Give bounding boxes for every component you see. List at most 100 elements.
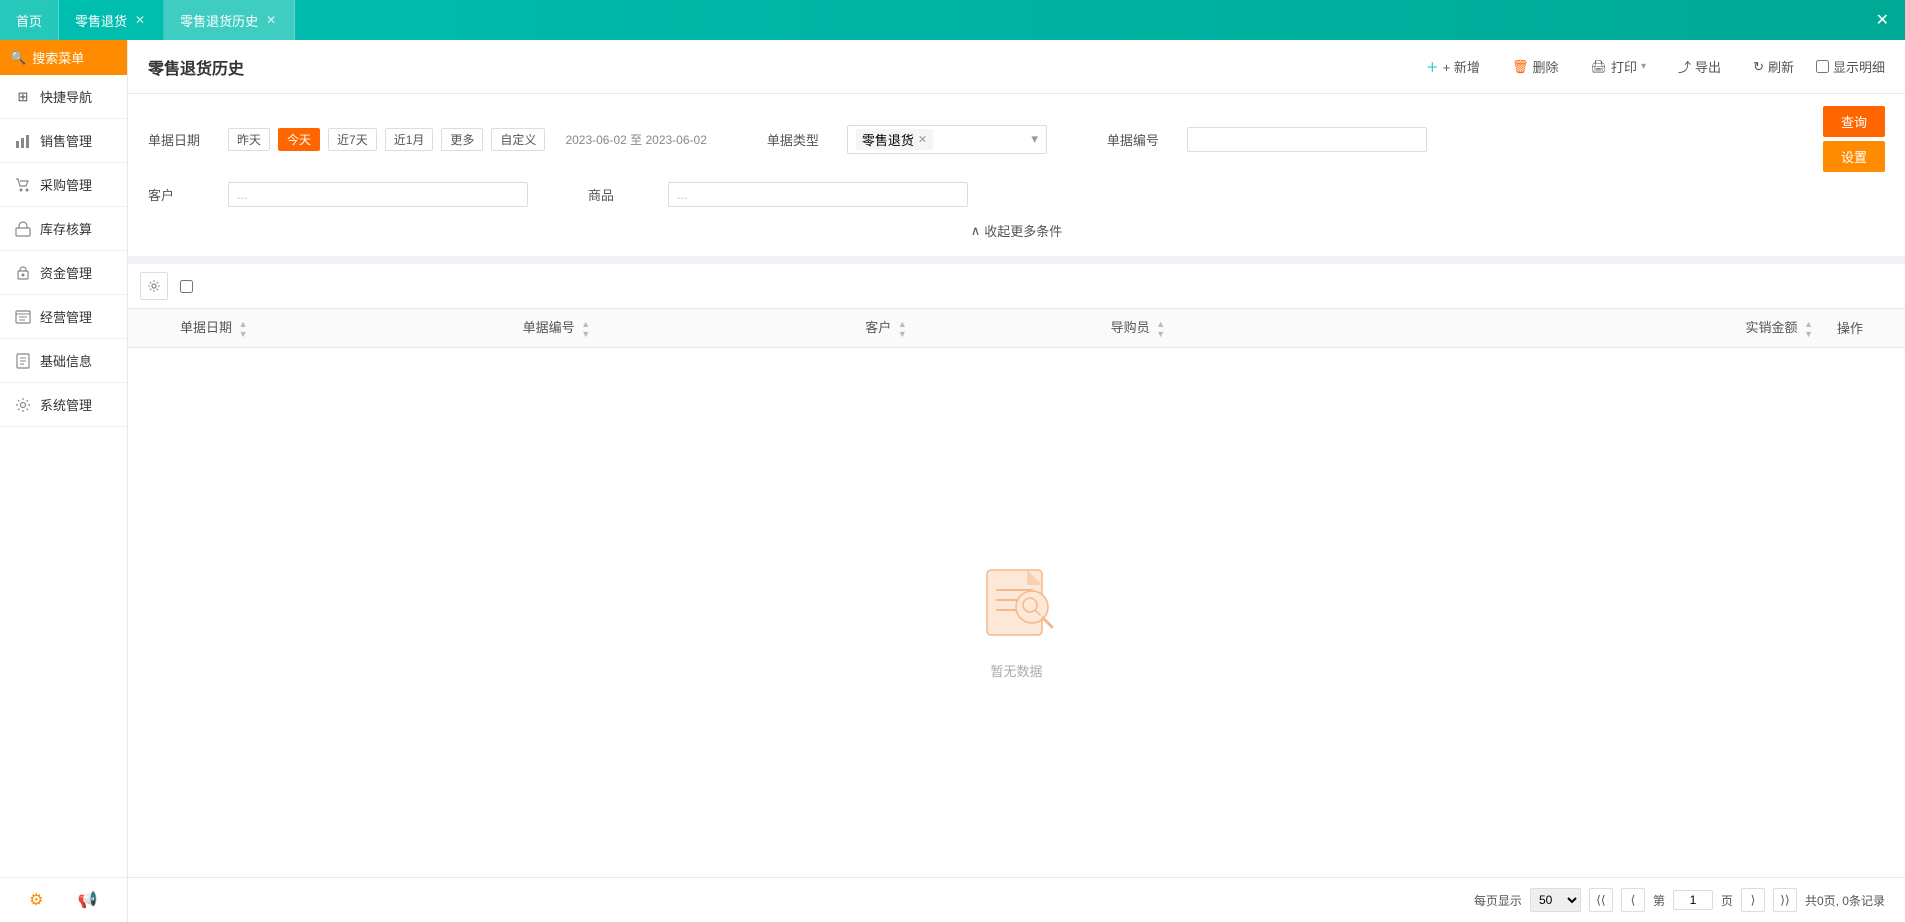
th-date-label: 单据日期 [180,320,232,335]
query-button[interactable]: 查询 [1823,106,1885,137]
date-btn-7days[interactable]: 近7天 [328,128,377,151]
new-button-label: + 新增 [1443,57,1480,76]
next-page-btn[interactable]: ⟩ [1741,888,1765,912]
th-amount-sort[interactable]: ▲▼ [1804,319,1813,339]
page-label: 页 [1721,892,1733,909]
date-btn-more[interactable]: 更多 [441,128,483,151]
date-btn-custom[interactable]: 自定义 [491,128,545,151]
th-operation: 操作 [1825,309,1905,347]
print-button-label: 打印 [1611,57,1637,76]
sidebar-search-label: 搜索菜单 [32,48,84,67]
collapse-bar[interactable]: ∧ 收起更多条件 [148,217,1885,244]
th-customer-sort[interactable]: ▲▼ [898,319,907,339]
collapse-icon: ∧ [971,223,981,239]
empty-text: 暂无数据 [990,661,1042,680]
th-spacer [1393,309,1483,347]
th-date[interactable]: 单据日期 ▲▼ [168,309,511,347]
empty-illustration [967,545,1067,645]
doc-type-tag-close[interactable]: ✕ [918,133,927,146]
data-table: 单据日期 ▲▼ 单据编号 ▲▼ 客户 ▲▼ 导购员 [128,309,1905,348]
page-size-select[interactable]: 50 100 200 [1530,888,1581,912]
sidebar-item-base-info-label: 基础信息 [40,351,92,370]
doc-type-select[interactable]: 零售退货 ✕ ▾ [847,125,1047,154]
date-filter-label: 单据日期 [148,130,208,149]
sys-mgmt-icon [14,396,32,414]
date-btn-today[interactable]: 今天 [278,128,320,151]
plus-icon: ＋ [1426,57,1439,76]
goods-filter-label: 商品 [588,185,648,204]
customer-dots: ... [237,187,248,202]
date-options: 昨天 今天 近7天 近1月 更多 自定义 [228,128,545,151]
tab-retail-return-history-label: 零售退货历史 [180,11,258,30]
refresh-icon: ↻ [1753,59,1764,75]
sidebar-item-purchase-mgmt[interactable]: 采购管理 [0,163,127,207]
speaker-icon[interactable]: 📢 [78,890,98,910]
doc-number-input[interactable] [1187,127,1427,152]
purchase-icon [14,176,32,194]
th-guide[interactable]: 导购员 ▲▼ [1099,309,1393,347]
table-settings-icon[interactable] [140,272,168,300]
tab-home[interactable]: 首页 [0,0,59,40]
delete-icon: 🗑 [1512,59,1529,75]
th-customer[interactable]: 客户 ▲▼ [853,309,1098,347]
th-customer-label: 客户 [865,320,891,335]
sidebar-item-operations[interactable]: 经营管理 [0,295,127,339]
th-guide-sort[interactable]: ▲▼ [1156,319,1165,339]
customer-input[interactable]: ... [228,182,528,207]
sidebar-item-inventory[interactable]: 库存核算 [0,207,127,251]
sidebar-item-sys-mgmt-label: 系统管理 [40,395,92,414]
show-detail-input[interactable] [1816,60,1829,73]
tab-retail-return-close[interactable]: ✕ [133,13,147,27]
filter-row-2: 客户 ... 商品 ... [148,182,1885,207]
search-icon: 🔍 [10,50,26,66]
sidebar-item-quick-nav-label: 快捷导航 [40,87,92,106]
select-all-checkbox[interactable] [180,280,193,293]
setting-button[interactable]: 设置 [1823,141,1885,172]
customer-filter-label: 客户 [148,185,208,204]
empty-state: 暂无数据 [128,348,1905,877]
doc-number-label: 单据编号 [1107,130,1167,149]
th-date-sort[interactable]: ▲▼ [239,319,248,339]
doc-type-tag-value: 零售退货 [862,130,914,149]
goods-input[interactable]: ... [668,182,968,207]
delete-button[interactable]: 🗑 删除 [1502,52,1569,81]
date-btn-yesterday[interactable]: 昨天 [228,128,270,151]
refresh-button-label: 刷新 [1768,57,1794,76]
sidebar-item-sales-mgmt[interactable]: 销售管理 [0,119,127,163]
page-size-label: 每页显示 [1474,892,1522,909]
window-close-button[interactable]: ✕ [1860,10,1905,30]
settings-bottom-icon[interactable]: ⚙ [29,890,43,910]
goods-dots: ... [677,187,688,202]
table-toolbar [128,264,1905,309]
th-number[interactable]: 单据编号 ▲▼ [511,309,854,347]
sidebar-item-base-info[interactable]: 基础信息 [0,339,127,383]
sidebar-item-finance[interactable]: 资金管理 [0,251,127,295]
top-bar: 首页 零售退货 ✕ 零售退货历史 ✕ ✕ [0,0,1905,40]
tab-retail-return-history[interactable]: 零售退货历史 ✕ [164,0,295,40]
date-btn-1month[interactable]: 近1月 [385,128,434,151]
tab-retail-return[interactable]: 零售退货 ✕ [59,0,164,40]
prev-page-btn[interactable]: ⟨ [1621,888,1645,912]
sidebar-item-quick-nav[interactable]: ⊞ 快捷导航 [0,75,127,119]
first-page-btn[interactable]: ⟨⟨ [1589,888,1613,912]
show-detail-label: 显示明细 [1833,57,1885,76]
th-guide-label: 导购员 [1111,320,1150,335]
sidebar-item-sys-mgmt[interactable]: 系统管理 [0,383,127,427]
sidebar-search[interactable]: 🔍 搜索菜单 [0,40,127,75]
th-number-sort[interactable]: ▲▼ [581,319,590,339]
collapse-label: 收起更多条件 [984,221,1062,240]
new-button[interactable]: ＋ + 新增 [1416,52,1490,81]
finance-icon [14,264,32,282]
content-area: 零售退货历史 ＋ + 新增 🗑 删除 🖨 打印 ▾ ⤴ 导出 [128,40,1905,922]
refresh-button[interactable]: ↻ 刷新 [1743,52,1804,81]
last-page-btn[interactable]: ⟩⟩ [1773,888,1797,912]
delete-button-label: 删除 [1532,57,1558,76]
tab-retail-return-history-close[interactable]: ✕ [264,13,278,27]
page-number-input[interactable] [1673,890,1713,910]
th-amount[interactable]: 实销金额 ▲▼ [1482,309,1825,347]
print-button[interactable]: 🖨 打印 ▾ [1580,52,1656,81]
th-amount-label: 实销金额 [1745,320,1797,335]
show-detail-checkbox[interactable]: 显示明细 [1816,57,1885,76]
total-info: 共0页, 0条记录 [1805,892,1885,909]
export-button[interactable]: ⤴ 导出 [1668,52,1731,81]
